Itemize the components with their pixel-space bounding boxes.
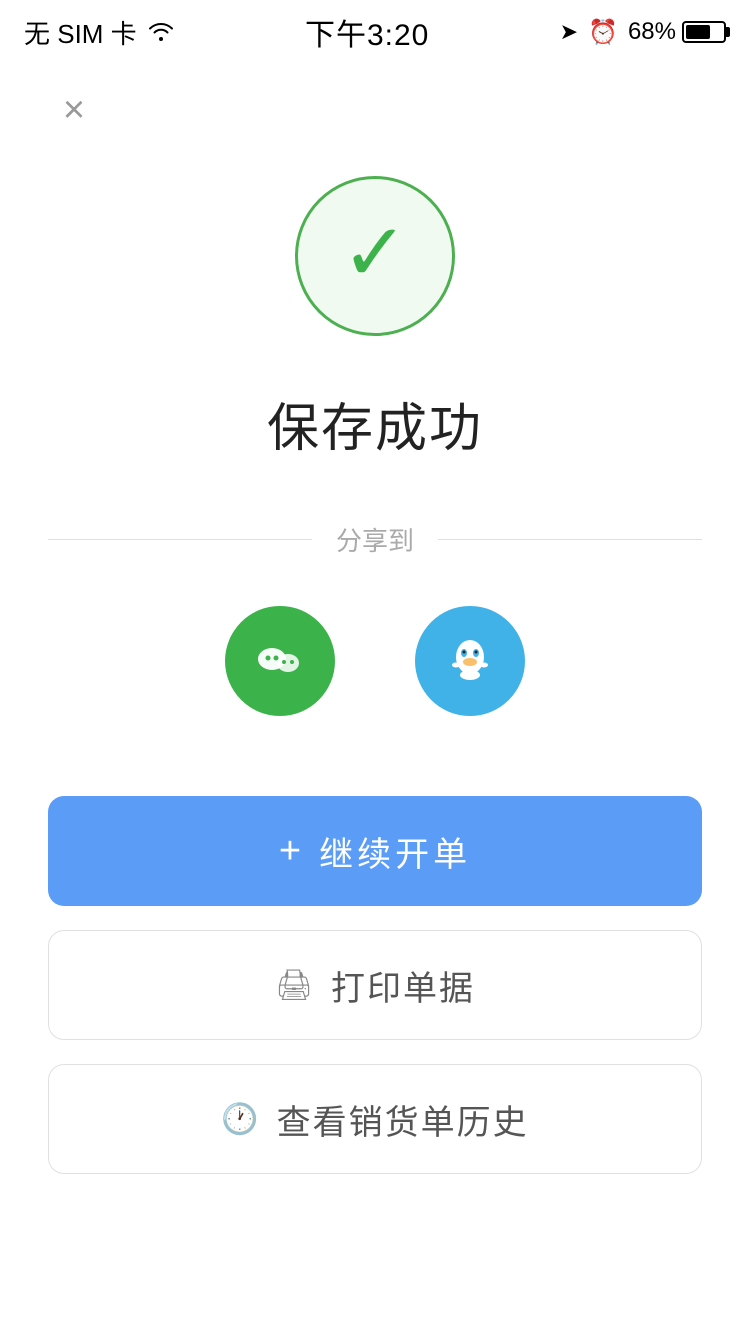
checkmark-icon: ✓ xyxy=(341,213,408,293)
divider-line-right xyxy=(438,539,702,540)
status-bar: 无 SIM 卡 下午3:20 ➤ ⏰ 68% xyxy=(0,0,750,64)
no-sim-text: 无 SIM 卡 xyxy=(24,14,137,51)
battery-icon xyxy=(682,21,726,43)
share-wechat-button[interactable] xyxy=(225,606,335,716)
battery-percent: 68% xyxy=(628,18,676,46)
status-right: ➤ ⏰ 68% xyxy=(560,18,726,47)
battery-fill xyxy=(686,25,710,39)
wechat-icon xyxy=(250,631,310,691)
history-label: 查看销货单历史 xyxy=(277,1095,529,1144)
print-label: 打印单据 xyxy=(331,961,475,1010)
history-icon: 🕐 xyxy=(221,1102,260,1137)
continue-button[interactable]: + 继续开单 xyxy=(48,796,702,906)
share-label: 分享到 xyxy=(336,521,414,558)
status-time: 下午3:20 xyxy=(305,10,429,54)
divider-line-left xyxy=(48,539,312,540)
share-icons-row xyxy=(225,606,525,716)
success-title: 保存成功 xyxy=(267,386,483,461)
success-icon-circle: ✓ xyxy=(295,176,455,336)
close-icon: × xyxy=(63,91,85,129)
wifi-icon xyxy=(147,17,175,48)
share-qq-button[interactable] xyxy=(415,606,525,716)
status-left: 无 SIM 卡 xyxy=(24,14,175,51)
close-button[interactable]: × xyxy=(48,84,100,136)
history-button[interactable]: 🕐 查看销货单历史 xyxy=(48,1064,702,1174)
main-content: × ✓ 保存成功 分享到 xyxy=(0,64,750,1214)
share-divider: 分享到 xyxy=(48,521,702,558)
action-buttons: + 继续开单 🖨 打印单据 🕐 查看销货单历史 xyxy=(48,796,702,1174)
plus-icon: + xyxy=(279,832,303,870)
qq-icon xyxy=(440,631,500,691)
print-icon: 🖨 xyxy=(275,968,315,1003)
location-icon: ➤ xyxy=(560,19,578,45)
continue-label: 继续开单 xyxy=(319,827,471,876)
print-button[interactable]: 🖨 打印单据 xyxy=(48,930,702,1040)
battery-container: 68% xyxy=(628,18,726,46)
alarm-icon: ⏰ xyxy=(588,18,618,47)
